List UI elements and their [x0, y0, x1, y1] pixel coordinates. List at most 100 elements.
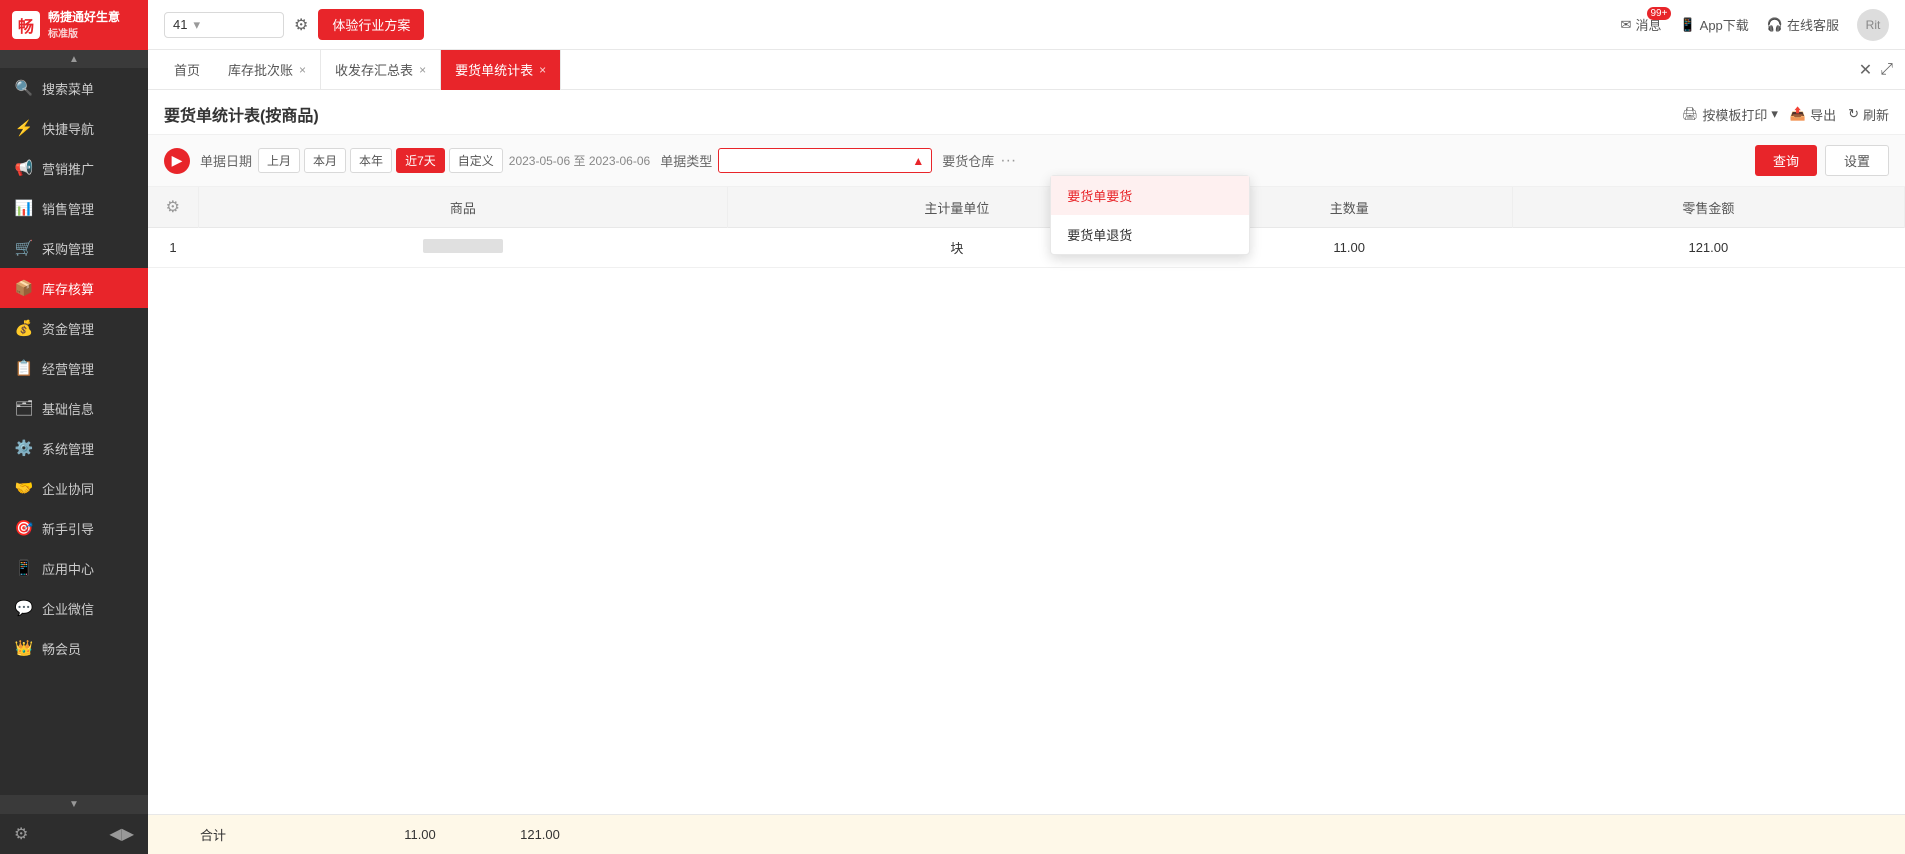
sidebar-item-guide[interactable]: 🎯 新手引导 [0, 508, 148, 548]
trial-button[interactable]: 体验行业方案 [318, 9, 424, 40]
tab-order-stat-close[interactable]: × [539, 63, 546, 77]
date-range: 2023-05-06 至 2023-06-06 [509, 152, 650, 169]
dropdown-item-order[interactable]: 要货单要货 [1051, 176, 1249, 215]
sidebar-item-search[interactable]: 🔍 搜索菜单 [0, 68, 148, 108]
tab-batch-label: 库存批次账 [228, 60, 293, 79]
date-btn-7days[interactable]: 近7天 [396, 148, 445, 173]
sidebar-logo: 畅 畅捷通好生意 标准版 [0, 0, 148, 50]
refresh-label: 刷新 [1863, 105, 1889, 124]
date-btn-year[interactable]: 本年 [350, 148, 392, 173]
warehouse-more-icon[interactable]: ··· [1000, 152, 1016, 170]
sidebar-item-finance[interactable]: 💰 资金管理 [0, 308, 148, 348]
sidebar-item-label: 畅会员 [42, 639, 81, 658]
date-btn-up[interactable]: 上月 [258, 148, 300, 173]
table-row: 1 块 11.00 121.00 [148, 228, 1905, 268]
top-bar: 41 ▾ ⚙ 体验行业方案 ✉ 消息 99+ 📱 App下载 🎧 在线客服 Ri… [148, 0, 1905, 50]
sidebar-item-label: 营销推广 [42, 159, 94, 178]
tab-close-all-btn[interactable]: ✕ [1859, 60, 1872, 80]
product-name-placeholder [423, 239, 503, 253]
top-bar-left: 41 ▾ ⚙ 体验行业方案 [164, 9, 424, 40]
sidebar-item-shortcut[interactable]: ⚡ 快捷导航 [0, 108, 148, 148]
th-product: 商品 [198, 187, 728, 228]
main-content: 41 ▾ ⚙ 体验行业方案 ✉ 消息 99+ 📱 App下载 🎧 在线客服 Ri… [148, 0, 1905, 854]
footer-collapse-icon[interactable]: ◀▶ [109, 824, 134, 844]
sidebar-item-wechat[interactable]: 💬 企业微信 [0, 588, 148, 628]
org-selector-value: 41 [173, 17, 187, 32]
sidebar-scroll-down[interactable]: ▼ [0, 795, 148, 813]
apps-icon: 📱 [14, 558, 34, 578]
purchase-icon: 🛒 [14, 238, 34, 258]
finance-icon: 💰 [14, 318, 34, 338]
tab-home[interactable]: 首页 [160, 60, 214, 79]
org-selector[interactable]: 41 ▾ [164, 12, 284, 38]
filter-date-group: 单据日期 上月 本月 本年 近7天 自定义 2023-05-06 至 2023-… [200, 148, 650, 173]
footer-total-amount: 121.00 [480, 827, 600, 842]
wechat-icon: 💬 [14, 598, 34, 618]
gear-icon[interactable]: ⚙ [294, 15, 308, 35]
top-bar-right: ✉ 消息 99+ 📱 App下载 🎧 在线客服 Rit [1621, 9, 1889, 41]
sidebar-item-label: 企业微信 [42, 599, 94, 618]
dropdown-item-return[interactable]: 要货单退货 [1051, 215, 1249, 254]
tab-batch-close[interactable]: × [299, 63, 306, 77]
doctype-dropdown: 要货单要货 要货单退货 [1050, 175, 1250, 255]
guide-icon: 🎯 [14, 518, 34, 538]
online-service-btn[interactable]: 🎧 在线客服 [1767, 15, 1839, 34]
sidebar-menu: 🔍 搜索菜单 ⚡ 快捷导航 📢 营销推广 📊 销售管理 🛒 采购管理 📦 库存核… [0, 68, 148, 795]
print-template-btn[interactable]: 🖨 按模板打印 ▾ [1682, 105, 1778, 124]
tab-batch[interactable]: 库存批次账 × [214, 50, 321, 90]
table-settings-icon[interactable]: ⚙ [166, 199, 180, 216]
page-area: 要货单统计表(按商品) 🖨 按模板打印 ▾ 📤 导出 ↻ 刷新 ▶ [148, 90, 1905, 854]
sidebar-item-marketing[interactable]: 📢 营销推广 [0, 148, 148, 188]
doctype-chevron-icon[interactable]: ▲ [912, 154, 924, 168]
export-icon: 📤 [1790, 106, 1806, 122]
tab-maximize-btn[interactable]: ⤢ [1880, 61, 1893, 79]
avatar[interactable]: Rit [1857, 9, 1889, 41]
message-icon: ✉ [1621, 17, 1632, 33]
sidebar-item-inventory[interactable]: 📦 库存核算 [0, 268, 148, 308]
sidebar-item-label: 快捷导航 [42, 119, 94, 138]
sidebar-item-purchase[interactable]: 🛒 采购管理 [0, 228, 148, 268]
settings-button[interactable]: 设置 [1825, 145, 1889, 176]
filter-expand-btn[interactable]: ▶ [164, 148, 190, 174]
app-download-btn[interactable]: 📱 App下载 [1679, 15, 1748, 34]
logo-subtitle: 标准版 [48, 25, 120, 40]
sidebar-item-label: 企业协同 [42, 479, 94, 498]
sidebar-item-operation[interactable]: 📋 经营管理 [0, 348, 148, 388]
tab-summary-close[interactable]: × [419, 63, 426, 77]
date-btn-custom[interactable]: 自定义 [449, 148, 503, 173]
query-button[interactable]: 查询 [1755, 145, 1817, 176]
table-wrapper: ⚙ 商品 主计量单位 主数量 零售金额 1 块 [148, 187, 1905, 814]
doctype-input[interactable] [718, 148, 932, 173]
messages-btn[interactable]: ✉ 消息 99+ [1621, 15, 1662, 34]
cell-product [198, 228, 728, 268]
sidebar-item-label: 库存核算 [42, 279, 94, 298]
shortcut-icon: ⚡ [14, 118, 34, 138]
logo-icon: 畅 [12, 11, 40, 39]
print-label: 按模板打印 [1702, 105, 1767, 124]
sidebar-item-label: 销售管理 [42, 199, 94, 218]
footer-total-qty: 11.00 [360, 827, 480, 842]
chevron-down-icon: ▾ [193, 17, 200, 33]
date-btn-current[interactable]: 本月 [304, 148, 346, 173]
sidebar-item-basic[interactable]: 🗂 基础信息 [0, 388, 148, 428]
sidebar-item-member[interactable]: 👑 畅会员 [0, 628, 148, 668]
sidebar-item-sales[interactable]: 📊 销售管理 [0, 188, 148, 228]
cooperation-icon: 🤝 [14, 478, 34, 498]
sidebar-item-cooperation[interactable]: 🤝 企业协同 [0, 468, 148, 508]
cell-seq: 1 [148, 228, 198, 268]
tab-summary[interactable]: 收发存汇总表 × [321, 50, 441, 90]
sidebar-item-label: 经营管理 [42, 359, 94, 378]
sidebar-scroll-up[interactable]: ▲ [0, 50, 148, 68]
refresh-btn[interactable]: ↻ 刷新 [1848, 105, 1889, 124]
download-icon: 📱 [1679, 17, 1695, 33]
th-settings[interactable]: ⚙ [148, 187, 198, 228]
sidebar-item-apps[interactable]: 📱 应用中心 [0, 548, 148, 588]
inventory-icon: 📦 [14, 278, 34, 298]
marketing-icon: 📢 [14, 158, 34, 178]
tab-order-stat[interactable]: 要货单统计表 × [441, 50, 561, 90]
export-btn[interactable]: 📤 导出 [1790, 105, 1836, 124]
filter-warehouse-group: 要货仓库 ··· [942, 151, 1016, 170]
footer-settings-icon[interactable]: ⚙ [14, 824, 28, 844]
sidebar-item-system[interactable]: ⚙️ 系统管理 [0, 428, 148, 468]
search-icon: 🔍 [14, 78, 34, 98]
